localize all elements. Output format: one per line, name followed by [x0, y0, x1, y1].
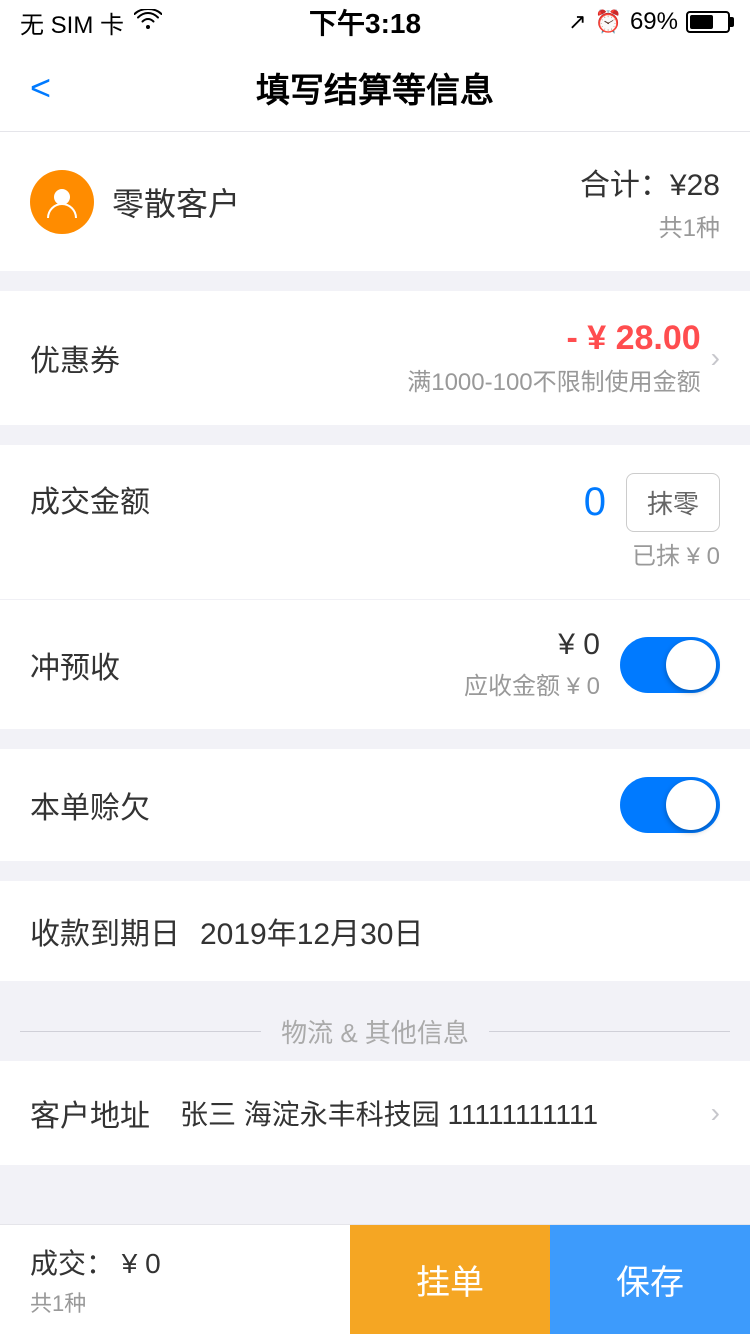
customer-avatar — [30, 170, 94, 234]
prepay-amounts: ¥ 0 应收金额 ¥ 0 — [464, 628, 600, 701]
divider-text: 物流 & 其他信息 — [281, 1013, 469, 1050]
summary-label: 成交： — [30, 1248, 114, 1279]
total-amount: 合计：¥28 — [580, 160, 720, 204]
coupon-section: 优惠券 - ¥ 28.00 满1000-100不限制使用金额 › — [0, 291, 750, 425]
summary-value: ¥ 0 — [122, 1248, 161, 1279]
transaction-sub: 已抹 ¥ 0 — [584, 536, 720, 571]
prepay-right: ¥ 0 应收金额 ¥ 0 — [464, 628, 720, 701]
divider-line-right — [489, 1031, 730, 1032]
wifi-icon — [134, 8, 162, 36]
toggle-knob — [666, 640, 716, 690]
chevron-right-icon: › — [711, 342, 720, 374]
hold-button[interactable]: 挂单 — [350, 1225, 550, 1334]
customer-left: 零散客户 — [30, 170, 240, 234]
carrier-label: 无 SIM 卡 — [20, 5, 124, 40]
due-date-row: 收款到期日 2019年12月30日 — [0, 881, 750, 981]
nav-bar: < 填写结算等信息 — [0, 44, 750, 132]
customer-summary: 合计：¥28 共1种 — [580, 160, 720, 243]
status-bar: 无 SIM 卡 下午3:18 ↗ ⏰ 69% — [0, 0, 750, 44]
due-date-value: 2019年12月30日 — [200, 909, 423, 953]
status-right: ↗ ⏰ 69% — [568, 8, 730, 36]
bottom-summary: 成交： ¥ 0 共1种 — [0, 1242, 350, 1318]
due-date-label: 收款到期日 — [30, 909, 180, 953]
address-value: 张三 海淀永丰科技园 11111111111 — [180, 1093, 681, 1133]
prepay-row: 冲预收 ¥ 0 应收金额 ¥ 0 — [0, 600, 750, 729]
coupon-row[interactable]: 优惠券 - ¥ 28.00 满1000-100不限制使用金额 › — [0, 291, 750, 425]
status-left: 无 SIM 卡 — [20, 5, 162, 40]
battery-icon — [686, 11, 730, 33]
address-section: 客户地址 张三 海淀永丰科技园 11111111111 › — [0, 1061, 750, 1165]
arrears-section: 本单赊欠 — [0, 749, 750, 861]
address-label: 客户地址 — [30, 1091, 150, 1135]
location-icon: ↗ — [568, 9, 586, 35]
summary-amount: 成交： ¥ 0 — [30, 1242, 320, 1282]
battery-label: 69% — [630, 8, 678, 36]
summary-count: 共1种 — [30, 1286, 320, 1318]
status-time: 下午3:18 — [309, 2, 421, 42]
address-chevron-icon: › — [711, 1097, 720, 1129]
coupon-label: 优惠券 — [30, 336, 120, 380]
divider-line-left — [20, 1031, 261, 1032]
transaction-amount-row: 成交金额 0 抹零 已抹 ¥ 0 — [0, 445, 750, 600]
back-button[interactable]: < — [30, 57, 61, 119]
prepay-value: ¥ 0 — [464, 628, 600, 662]
section-divider: 物流 & 其他信息 — [0, 1001, 750, 1061]
arrears-label: 本单赊欠 — [30, 783, 150, 827]
customer-row: 零散客户 合计：¥28 共1种 — [0, 132, 750, 271]
coupon-amount: - ¥ 28.00 — [407, 319, 700, 358]
content: 零散客户 合计：¥28 共1种 优惠券 - ¥ 28.00 满1000-100不… — [0, 132, 750, 1305]
alarm-icon: ⏰ — [595, 9, 622, 35]
coupon-right: - ¥ 28.00 满1000-100不限制使用金额 › — [407, 319, 720, 397]
bottom-bar: 成交： ¥ 0 共1种 挂单 保存 — [0, 1224, 750, 1334]
prepay-toggle[interactable] — [620, 637, 720, 693]
amount-section: 成交金额 0 抹零 已抹 ¥ 0 冲预收 ¥ 0 应收金额 ¥ 0 — [0, 445, 750, 729]
prepay-label: 冲预收 — [30, 643, 120, 687]
customer-name: 零散客户 — [112, 179, 240, 225]
toggle-knob-2 — [666, 780, 716, 830]
transaction-label: 成交金额 — [30, 473, 150, 521]
save-button[interactable]: 保存 — [550, 1225, 750, 1334]
prepay-sub: 应收金额 ¥ 0 — [464, 666, 600, 701]
amount-right: 0 抹零 — [584, 473, 720, 532]
arrears-toggle[interactable] — [620, 777, 720, 833]
address-row[interactable]: 客户地址 张三 海淀永丰科技园 11111111111 › — [0, 1061, 750, 1165]
transaction-value: 0 — [584, 480, 606, 525]
page-title: 填写结算等信息 — [256, 63, 494, 112]
coupon-desc: 满1000-100不限制使用金额 — [407, 362, 700, 397]
total-count: 共1种 — [580, 208, 720, 243]
round-zero-button[interactable]: 抹零 — [626, 473, 720, 532]
